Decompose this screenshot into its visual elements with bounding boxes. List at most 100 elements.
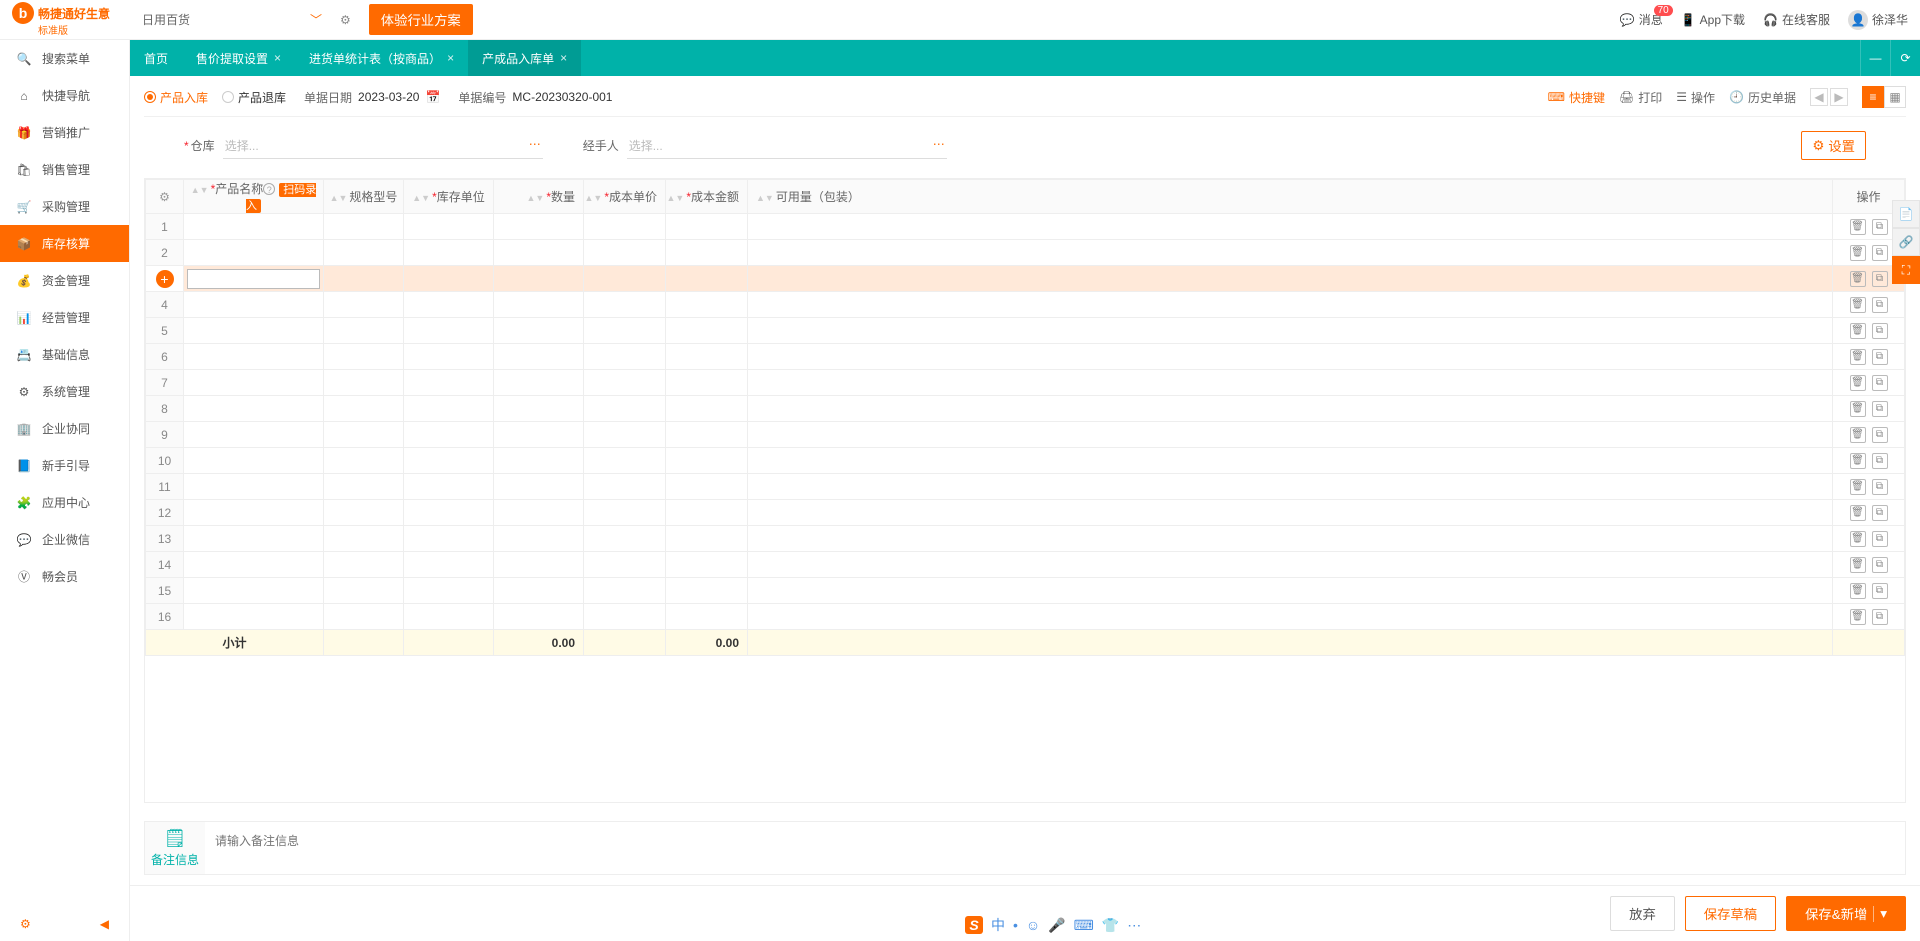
settings-gear-icon[interactable]: ⚙ (20, 917, 31, 931)
copy-row-icon[interactable]: ⧉ (1872, 245, 1888, 261)
delete-row-icon[interactable]: 🗑 (1850, 479, 1866, 495)
delete-row-icon[interactable]: 🗑 (1850, 245, 1866, 261)
delete-row-icon[interactable]: 🗑 (1850, 557, 1866, 573)
view-list-button[interactable]: ≡ (1862, 86, 1884, 108)
delete-row-icon[interactable]: 🗑 (1850, 401, 1866, 417)
delete-row-icon[interactable]: 🗑 (1850, 297, 1866, 313)
copy-row-icon[interactable]: ⧉ (1872, 349, 1888, 365)
gear-icon[interactable]: ⚙ (340, 13, 351, 27)
collapse-sidebar-icon[interactable]: ◀ (100, 917, 109, 931)
delete-row-icon[interactable]: 🗑 (1850, 375, 1866, 391)
copy-row-icon[interactable]: ⧉ (1872, 271, 1888, 287)
delete-row-icon[interactable]: 🗑 (1850, 323, 1866, 339)
user-menu[interactable]: 👤 徐泽华 (1848, 10, 1908, 30)
warehouse-select[interactable]: 选择... ⋯ (223, 133, 543, 159)
table-row[interactable]: + 🗑 ⧉ (146, 266, 1905, 292)
help-icon[interactable]: ? (263, 183, 275, 195)
sidebar-item-8[interactable]: 📇基础信息 (0, 336, 129, 373)
sidebar-item-7[interactable]: 📊经营管理 (0, 299, 129, 336)
delete-row-icon[interactable]: 🗑 (1850, 609, 1866, 625)
sidebar-item-2[interactable]: 🎁营销推广 (0, 114, 129, 151)
col-price[interactable]: ▲▼*成本单价 (584, 180, 666, 214)
prev-doc-button[interactable]: ◀ (1810, 88, 1828, 106)
copy-row-icon[interactable]: ⧉ (1872, 609, 1888, 625)
shortcut-button[interactable]: ⌨快捷键 (1548, 89, 1605, 106)
table-row[interactable]: 6🗑⧉ (146, 344, 1905, 370)
copy-row-icon[interactable]: ⧉ (1872, 427, 1888, 443)
close-icon[interactable]: × (560, 51, 567, 65)
tab-1[interactable]: 售价提取设置× (182, 40, 295, 76)
org-selector[interactable]: 日用百货 ﹀ (142, 11, 322, 28)
table-row[interactable]: 2🗑⧉ (146, 240, 1905, 266)
float-tool-link[interactable]: 🔗 (1892, 228, 1920, 256)
delete-row-icon[interactable]: 🗑 (1850, 531, 1866, 547)
radio-product-in[interactable]: 产品入库 (144, 89, 208, 106)
tab-refresh-button[interactable]: ⟳ (1890, 40, 1920, 76)
col-product[interactable]: ▲▼*产品名称?扫码录入 (184, 180, 324, 214)
table-row[interactable]: 5🗑⧉ (146, 318, 1905, 344)
tab-0[interactable]: 首页 (130, 40, 182, 76)
float-tool-note[interactable]: 📄 (1892, 200, 1920, 228)
discard-button[interactable]: 放弃 (1610, 896, 1675, 931)
online-support-link[interactable]: 🎧 在线客服 (1763, 11, 1830, 28)
copy-row-icon[interactable]: ⧉ (1872, 479, 1888, 495)
delete-row-icon[interactable]: 🗑 (1850, 427, 1866, 443)
copy-row-icon[interactable]: ⧉ (1872, 453, 1888, 469)
col-spec[interactable]: ▲▼规格型号 (324, 180, 404, 214)
copy-row-icon[interactable]: ⧉ (1872, 401, 1888, 417)
grid-settings-button[interactable]: ⚙ 设置 (1801, 131, 1866, 160)
table-row[interactable]: 14🗑⧉ (146, 552, 1905, 578)
copy-row-icon[interactable]: ⧉ (1872, 505, 1888, 521)
table-row[interactable]: 9🗑⧉ (146, 422, 1905, 448)
table-row[interactable]: 12🗑⧉ (146, 500, 1905, 526)
tab-3[interactable]: 产成品入库单× (468, 40, 581, 76)
delete-row-icon[interactable]: 🗑 (1850, 219, 1866, 235)
sidebar-item-6[interactable]: 💰资金管理 (0, 262, 129, 299)
tab-minimize-button[interactable]: — (1860, 40, 1890, 76)
table-row[interactable]: 16🗑⧉ (146, 604, 1905, 630)
close-icon[interactable]: × (274, 51, 281, 65)
operate-button[interactable]: ☰操作 (1676, 89, 1715, 106)
tab-2[interactable]: 进货单统计表（按商品）× (295, 40, 468, 76)
table-row[interactable]: 4🗑⧉ (146, 292, 1905, 318)
col-unit[interactable]: ▲▼*库存单位 (404, 180, 494, 214)
add-row-button[interactable]: + (156, 270, 174, 288)
next-doc-button[interactable]: ▶ (1830, 88, 1848, 106)
view-card-button[interactable]: ▦ (1884, 86, 1906, 108)
delete-row-icon[interactable]: 🗑 (1850, 271, 1866, 287)
close-icon[interactable]: × (447, 51, 454, 65)
sidebar-item-1[interactable]: ⌂快捷导航 (0, 77, 129, 114)
messages-link[interactable]: 💬 消息 70 (1620, 11, 1663, 28)
copy-row-icon[interactable]: ⧉ (1872, 583, 1888, 599)
sidebar-item-13[interactable]: 💬企业微信 (0, 521, 129, 558)
col-available[interactable]: ▲▼可用量（包装） (748, 180, 1833, 214)
app-download-link[interactable]: 📱 App下载 (1681, 11, 1745, 28)
radio-product-out[interactable]: 产品退库 (222, 89, 286, 106)
delete-row-icon[interactable]: 🗑 (1850, 505, 1866, 521)
table-row[interactable]: 8🗑⧉ (146, 396, 1905, 422)
chevron-down-icon[interactable]: ▾ (1873, 906, 1887, 922)
date-value[interactable]: 2023-03-20 (358, 90, 419, 104)
product-input[interactable] (187, 269, 320, 289)
history-button[interactable]: 🕘历史单据 (1729, 89, 1796, 106)
float-tool-expand[interactable]: ⛶ (1892, 256, 1920, 284)
sidebar-item-10[interactable]: 🏢企业协同 (0, 410, 129, 447)
save-draft-button[interactable]: 保存草稿 (1685, 896, 1776, 931)
sidebar-item-14[interactable]: Ⓥ畅会员 (0, 558, 129, 595)
delete-row-icon[interactable]: 🗑 (1850, 453, 1866, 469)
col-amount[interactable]: ▲▼*成本金额 (666, 180, 748, 214)
copy-row-icon[interactable]: ⧉ (1872, 375, 1888, 391)
sidebar-item-3[interactable]: 🛍销售管理 (0, 151, 129, 188)
column-settings-header[interactable]: ⚙ (146, 180, 184, 214)
sidebar-item-11[interactable]: 📘新手引导 (0, 447, 129, 484)
table-row[interactable]: 1🗑⧉ (146, 214, 1905, 240)
table-row[interactable]: 10🗑⧉ (146, 448, 1905, 474)
copy-row-icon[interactable]: ⧉ (1872, 531, 1888, 547)
delete-row-icon[interactable]: 🗑 (1850, 349, 1866, 365)
copy-row-icon[interactable]: ⧉ (1872, 297, 1888, 313)
copy-row-icon[interactable]: ⧉ (1872, 557, 1888, 573)
table-row[interactable]: 13🗑⧉ (146, 526, 1905, 552)
sidebar-item-9[interactable]: ⚙系统管理 (0, 373, 129, 410)
remarks-input[interactable] (205, 822, 1905, 874)
table-row[interactable]: 15🗑⧉ (146, 578, 1905, 604)
